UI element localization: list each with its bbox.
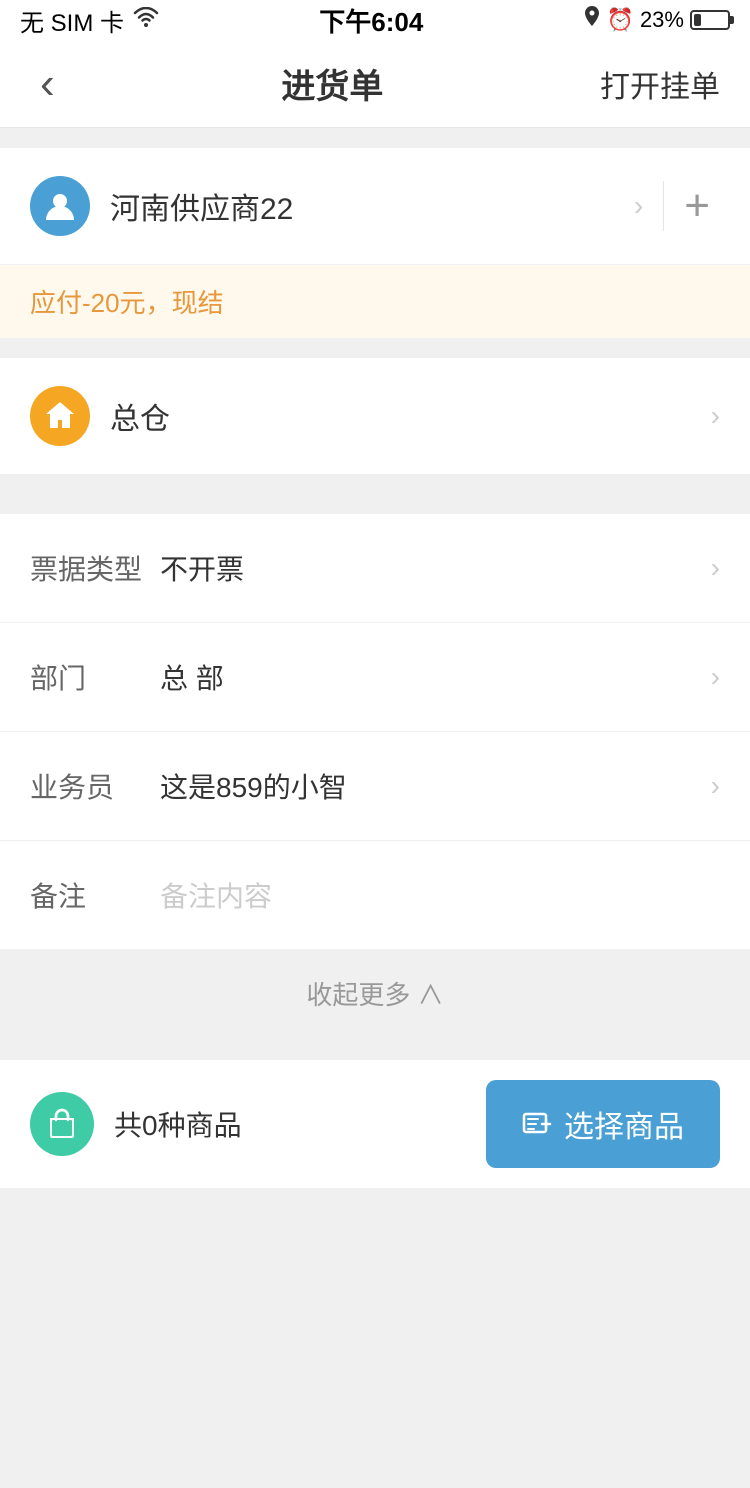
battery-icon bbox=[690, 10, 730, 30]
dept-chevron-icon: › bbox=[711, 661, 720, 693]
supplier-avatar bbox=[30, 176, 90, 236]
notice-banner: 应付-20元，现结 bbox=[0, 265, 750, 338]
staff-label: 业务员 bbox=[30, 766, 160, 806]
staff-value: 这是859的小智 bbox=[160, 766, 701, 806]
remark-input[interactable]: 备注内容 bbox=[160, 875, 720, 915]
signal-text: 无 SIM 卡 bbox=[20, 3, 124, 38]
supplier-chevron-icon: › bbox=[634, 190, 643, 222]
product-count: 共0种商品 bbox=[114, 1104, 486, 1144]
remark-label: 备注 bbox=[30, 875, 160, 915]
remark-row[interactable]: 备注 备注内容 bbox=[0, 841, 750, 949]
dept-label: 部门 bbox=[30, 657, 160, 697]
page-title: 进货单 bbox=[281, 59, 383, 108]
battery-pct: 23% bbox=[640, 7, 684, 33]
supplier-name: 河南供应商22 bbox=[110, 184, 634, 228]
warehouse-chevron-icon: › bbox=[711, 400, 720, 432]
divider-2 bbox=[0, 474, 750, 494]
invoice-value: 不开票 bbox=[160, 548, 701, 588]
invoice-row[interactable]: 票据类型 不开票 › bbox=[0, 514, 750, 623]
time-display: 下午6:04 bbox=[319, 2, 423, 39]
notice-text: 应付-20元，现结 bbox=[30, 288, 224, 318]
collapse-label: 收起更多 ∧ bbox=[306, 980, 443, 1010]
staff-chevron-icon: › bbox=[711, 770, 720, 802]
supplier-section: 河南供应商22 › + 应付-20元，现结 bbox=[0, 148, 750, 338]
wifi-icon bbox=[132, 6, 160, 34]
divider-1 bbox=[0, 338, 750, 358]
warehouse-name: 总仓 bbox=[110, 394, 701, 438]
product-icon-wrap bbox=[30, 1092, 94, 1156]
warehouse-row[interactable]: 总仓 › bbox=[0, 358, 750, 474]
location-icon bbox=[583, 6, 601, 34]
staff-row[interactable]: 业务员 这是859的小智 › bbox=[0, 732, 750, 841]
nav-bar: ‹ 进货单 打开挂单 bbox=[0, 40, 750, 128]
divider-3 bbox=[0, 1038, 750, 1058]
invoice-label: 票据类型 bbox=[30, 548, 160, 588]
supplier-row[interactable]: 河南供应商22 › + bbox=[0, 148, 750, 265]
top-divider bbox=[0, 128, 750, 148]
dept-value: 总 部 bbox=[160, 657, 701, 697]
back-button[interactable]: ‹ bbox=[30, 49, 65, 119]
status-right: ⏰ 23% bbox=[583, 6, 730, 34]
department-row[interactable]: 部门 总 部 › bbox=[0, 623, 750, 732]
alarm-icon: ⏰ bbox=[607, 7, 634, 33]
page-bottom bbox=[0, 1188, 750, 1488]
invoice-chevron-icon: › bbox=[711, 552, 720, 584]
status-left: 无 SIM 卡 bbox=[20, 3, 160, 38]
collapse-button[interactable]: 收起更多 ∧ bbox=[0, 949, 750, 1038]
warehouse-icon-wrap bbox=[30, 386, 90, 446]
add-supplier-button[interactable]: + bbox=[663, 181, 720, 231]
status-bar: 无 SIM 卡 下午6:04 ⏰ 23% bbox=[0, 0, 750, 40]
bottom-bar: 共0种商品 选择商品 bbox=[0, 1060, 750, 1188]
open-pending-button[interactable]: 打开挂单 bbox=[600, 62, 720, 106]
select-product-button[interactable]: 选择商品 bbox=[486, 1080, 720, 1168]
form-section: 票据类型 不开票 › 部门 总 部 › 业务员 这是859的小智 › 备注 备注… bbox=[0, 514, 750, 949]
select-product-label: 选择商品 bbox=[564, 1102, 684, 1146]
